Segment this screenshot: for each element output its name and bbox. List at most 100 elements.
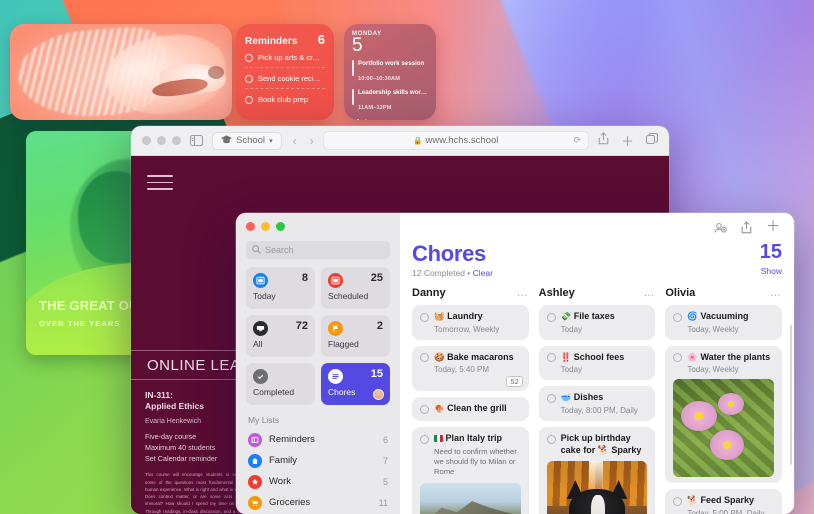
task-checkbox[interactable] xyxy=(546,353,556,363)
task-card[interactable]: 🥣 Dishes Today, 8:00 PM, Daily xyxy=(538,386,656,422)
minimize-button[interactable] xyxy=(157,136,166,145)
search-placeholder: Search xyxy=(265,245,294,255)
task-checkbox[interactable] xyxy=(673,496,683,506)
task-card[interactable]: 🍖 Clean the grill xyxy=(412,397,529,422)
task-title-text: Water the plants xyxy=(700,351,771,362)
chevron-down-icon[interactable]: ▾ xyxy=(269,137,273,145)
checkbox-circle-icon[interactable] xyxy=(245,74,253,83)
window-traffic-lights[interactable] xyxy=(142,136,181,145)
share-icon[interactable] xyxy=(741,221,752,239)
reminders-widget-header: Reminders 6 xyxy=(245,32,325,47)
course-meta-reminder[interactable]: Set Calendar reminder xyxy=(145,454,249,465)
search-input[interactable]: Search xyxy=(246,241,390,259)
task-card[interactable]: 🧺 Laundry Tomorrow, Weekly xyxy=(412,305,529,340)
close-button[interactable] xyxy=(142,136,151,145)
task-card[interactable]: Pick up birthday cake for 🐕 Sparky xyxy=(538,427,656,514)
sidebar-item-reminders[interactable]: Reminders 6 xyxy=(246,429,390,450)
task-card[interactable]: ‼️ School fees Today xyxy=(538,345,656,381)
sidebar-item-flagged[interactable]: 2 Flagged xyxy=(321,315,390,357)
completed-summary: 12 Completed • Clear xyxy=(412,268,493,278)
window-traffic-lights[interactable] xyxy=(246,222,390,231)
house-icon xyxy=(248,453,262,468)
column-header: Ashley … xyxy=(539,287,656,299)
new-tab-icon[interactable]: ＋ xyxy=(621,131,634,150)
task-checkbox[interactable] xyxy=(420,404,429,414)
scrollbar[interactable] xyxy=(789,325,792,465)
task-card[interactable]: 🌀 Vacuuming Today, Weekly xyxy=(665,305,783,340)
task-attachment-image[interactable] xyxy=(673,379,775,478)
sidebar-toggle-icon[interactable] xyxy=(190,135,203,146)
event-color-bar xyxy=(352,88,354,105)
maximize-button[interactable] xyxy=(276,222,285,231)
column-menu-icon[interactable]: … xyxy=(517,287,529,299)
reload-icon[interactable]: ⟳ xyxy=(573,135,581,146)
sidebar-item-work[interactable]: Work 5 xyxy=(246,471,390,492)
reminders-app-window[interactable]: Search 8 Today 25 Scheduled 72 All 2 Fla… xyxy=(236,213,794,514)
task-card[interactable]: 🐕 Feed Sparky Today, 5:00 PM, Daily xyxy=(665,489,783,514)
calendar-more-events-label: 2 more events xyxy=(364,119,403,120)
calendar-widget-daynum: 5 xyxy=(352,35,363,56)
task-card[interactable]: 🍪 Bake macarons Today, 5:40 PM 52 xyxy=(412,345,529,392)
calendar-widget[interactable]: MONDAY 5 Portfolio work session 10:00–10… xyxy=(344,24,436,120)
task-attachment-image[interactable] xyxy=(546,461,648,514)
safari-tab-school[interactable]: School ▾ xyxy=(212,131,282,150)
share-icon[interactable] xyxy=(598,131,609,150)
poster-subtitle: OVER THE YEARS xyxy=(39,319,121,328)
safari-address-bar[interactable]: 🔒 www.hchs.school ⟳ xyxy=(322,131,589,150)
add-people-icon[interactable] xyxy=(714,221,727,239)
event-color-bar xyxy=(352,59,354,76)
column-olivia: Olivia … 🌀 Vacuuming Today, Weekly 🌸 Wat… xyxy=(665,287,783,514)
task-checkbox[interactable] xyxy=(546,312,556,322)
task-card[interactable]: 🌸 Water the plants Today, Weekly xyxy=(665,345,783,484)
back-icon[interactable]: ‹ xyxy=(293,134,297,148)
sidebar-item-chores[interactable]: 15 Chores xyxy=(321,363,390,405)
calendar-widget-event[interactable]: Leadership skills wor… 11AM–12PM xyxy=(352,88,428,114)
task-checkbox[interactable] xyxy=(546,393,556,403)
sidebar-item-groceries[interactable]: Groceries 11 xyxy=(246,492,390,513)
photos-widget[interactable] xyxy=(10,24,232,120)
page-title: Chores xyxy=(412,241,486,266)
task-card[interactable]: Plan Italy trip Need to confirm whether … xyxy=(412,427,529,514)
sidebar-item-completed[interactable]: Completed xyxy=(246,363,315,405)
hamburger-menu-icon[interactable] xyxy=(147,170,173,195)
plus-icon[interactable]: ＋ xyxy=(766,219,780,239)
reminders-widget-item[interactable]: Book club prep xyxy=(245,89,325,109)
sidebar-item-today[interactable]: 8 Today xyxy=(246,267,315,309)
sidebar-item-all[interactable]: 72 All xyxy=(246,315,315,357)
reminders-widget[interactable]: Reminders 6 Pick up arts & cr… Send cook… xyxy=(236,24,334,120)
calendar-widget-event[interactable]: Portfolio work session 10:00–10:30AM xyxy=(352,59,428,85)
sidebar-item-scheduled[interactable]: 25 Scheduled xyxy=(321,267,390,309)
sidebar-list-label: Work xyxy=(269,476,291,487)
safari-url-text: www.hchs.school xyxy=(425,135,499,146)
column-menu-icon[interactable]: … xyxy=(643,287,655,299)
calendar-widget-more-events[interactable]: 2 more events xyxy=(352,118,428,120)
column-header: Danny … xyxy=(412,287,529,299)
task-attachment-image[interactable] xyxy=(420,482,521,514)
task-checkbox[interactable] xyxy=(673,353,683,363)
sidebar-item-family[interactable]: Family 7 xyxy=(246,450,390,471)
forward-icon[interactable]: › xyxy=(310,134,314,148)
tab-overview-icon[interactable] xyxy=(646,132,658,150)
column-title: Ashley xyxy=(538,287,575,299)
flagged-label: Flagged xyxy=(328,339,359,349)
safari-navigation[interactable]: ‹ › xyxy=(293,134,314,148)
task-checkbox[interactable] xyxy=(420,312,429,322)
clear-button[interactable]: Clear xyxy=(473,268,493,278)
reminders-widget-item[interactable]: Pick up arts & cr… xyxy=(245,47,325,68)
course-meta: Five-day course Maximum 40 students Set … xyxy=(145,432,249,464)
close-button[interactable] xyxy=(246,222,255,231)
show-completed-button[interactable]: Show xyxy=(760,266,782,276)
task-checkbox[interactable] xyxy=(673,312,683,322)
sidebar-list-label: Reminders xyxy=(269,434,315,445)
calendar-event-title: Leadership skills wor… xyxy=(358,88,428,96)
column-menu-icon[interactable]: … xyxy=(770,287,782,299)
checkbox-circle-icon[interactable] xyxy=(245,53,253,62)
minimize-button[interactable] xyxy=(261,222,270,231)
task-card[interactable]: 💸 File taxes Today xyxy=(538,305,656,340)
task-checkbox[interactable] xyxy=(420,434,429,444)
checkbox-circle-icon[interactable] xyxy=(245,95,253,104)
task-checkbox[interactable] xyxy=(546,434,556,444)
task-checkbox[interactable] xyxy=(420,353,429,363)
maximize-button[interactable] xyxy=(172,136,181,145)
reminders-widget-item[interactable]: Send cookie reci… xyxy=(245,68,325,89)
